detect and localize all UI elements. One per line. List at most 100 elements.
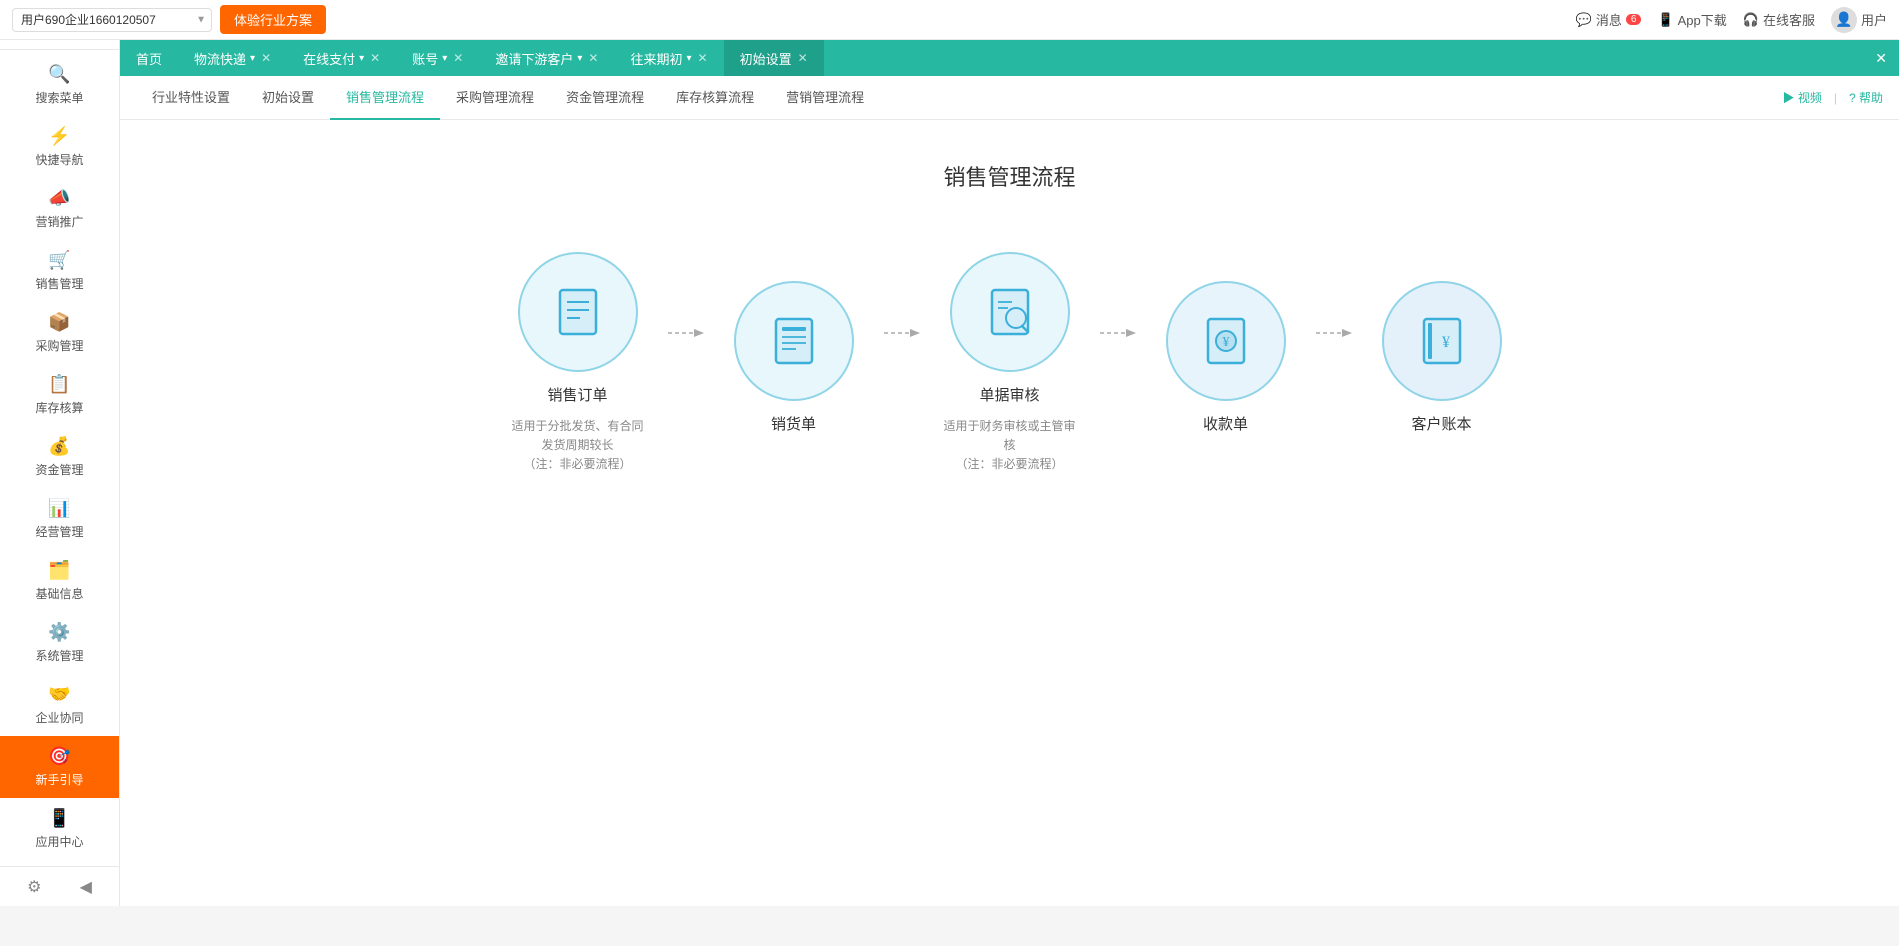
- logistics-chevron: ▾: [250, 53, 255, 64]
- sidebar-item-search[interactable]: 🔍 搜索菜单: [0, 54, 119, 116]
- cart-icon: 🛒: [48, 250, 70, 271]
- sidebar-item-system[interactable]: ⚙️ 系统管理: [0, 612, 119, 674]
- settings-bottom-icon[interactable]: ⚙: [27, 877, 41, 897]
- sub-tabs: 行业特性设置 初始设置 销售管理流程 采购管理流程 资金管理流程 库存核算流程 …: [120, 76, 1899, 120]
- flow-circle-account: ¥: [1382, 281, 1502, 401]
- nav-tab-payment[interactable]: 在线支付 ▾ ✕: [287, 40, 396, 76]
- clipboard-icon: 📋: [48, 374, 70, 395]
- collapse-icon[interactable]: ◀: [80, 877, 92, 897]
- step-desc-approval: 适用于财务审核或主管审核（注：非必要流程）: [940, 417, 1080, 475]
- folder-icon: 🗂️: [48, 560, 70, 581]
- app-download-label: App下载: [1678, 10, 1727, 29]
- setup-close[interactable]: ✕: [798, 51, 808, 65]
- help-action[interactable]: ? 帮助: [1849, 89, 1883, 106]
- app-download-item[interactable]: 📱 App下载: [1657, 10, 1726, 29]
- user-label: 用户: [1861, 10, 1887, 29]
- sub-tab-marketing-flow[interactable]: 营销管理流程: [770, 75, 880, 120]
- top-bar: 用户690企业1660120507 体验行业方案 💬 消息 6 📱 App下载 …: [0, 0, 1899, 40]
- sidebar-item-appcenter[interactable]: 📱 应用中心: [0, 798, 119, 860]
- payment-chevron: ▾: [359, 53, 364, 64]
- flow-arrow-4: [1306, 323, 1362, 343]
- divider: |: [1834, 91, 1837, 105]
- step-title-approval: 单据审核: [979, 384, 1039, 405]
- sidebar-item-basic[interactable]: 🗂️ 基础信息: [0, 550, 119, 612]
- flow-step-account: ¥ 客户账本: [1362, 281, 1522, 446]
- user-select[interactable]: 用户690企业1660120507: [12, 8, 212, 32]
- video-action[interactable]: ▶ 视频: [1782, 89, 1821, 106]
- lightning-icon: ⚡: [48, 126, 70, 147]
- flow-circle-approval: [950, 252, 1070, 372]
- sidebar-item-operation[interactable]: 📊 经营管理: [0, 488, 119, 550]
- sidebar-item-marketing[interactable]: 📣 营销推广: [0, 178, 119, 240]
- sidebar-item-enterprise[interactable]: 🤝 企业协同: [0, 674, 119, 736]
- message-icon: 💬: [1576, 12, 1592, 28]
- marketing-icon: 📣: [48, 188, 70, 209]
- user-select-wrap[interactable]: 用户690企业1660120507: [12, 8, 212, 32]
- message-item[interactable]: 💬 消息 6: [1576, 10, 1642, 29]
- app-icon: 📱: [1657, 12, 1673, 28]
- sub-tab-finance-flow[interactable]: 资金管理流程: [550, 75, 660, 120]
- account-tab-label: 账号: [412, 49, 438, 68]
- sidebar-item-label: 经营管理: [35, 523, 83, 540]
- user-item[interactable]: 👤 用户: [1831, 7, 1887, 33]
- sub-tab-actions: ▶ 视频 | ? 帮助: [1782, 89, 1883, 106]
- sidebar-item-finance[interactable]: 💰 资金管理: [0, 426, 119, 488]
- flow-diagram: 销售订单 适用于分批发货、有合同发货周期较长（注：非必要流程）: [180, 252, 1839, 475]
- online-service-item[interactable]: 🎧 在线客服: [1743, 10, 1815, 29]
- period-close[interactable]: ✕: [698, 51, 708, 65]
- sidebar-item-label: 基础信息: [35, 585, 83, 602]
- account-book-icon: ¥: [1414, 313, 1470, 369]
- sub-tab-init[interactable]: 初始设置: [246, 75, 330, 120]
- sidebar-item-inventory[interactable]: 📋 库存核算: [0, 364, 119, 426]
- sidebar-item-label: 应用中心: [35, 833, 83, 850]
- mobile-icon: 📱: [48, 808, 70, 829]
- message-label: 消息: [1596, 10, 1622, 29]
- online-service-label: 在线客服: [1763, 10, 1815, 29]
- arrow-icon-3: [1098, 323, 1138, 343]
- close-all-tabs[interactable]: ✕: [1863, 40, 1899, 76]
- invoice-icon: [766, 313, 822, 369]
- page-content: 销售管理流程 销售订单 适用于分批发货、有合同发货周期较长（注：非必要流程）: [120, 120, 1899, 906]
- flow-arrow-3: [1090, 323, 1146, 343]
- help-icon: ?: [1849, 91, 1856, 105]
- sub-tab-industry[interactable]: 行业特性设置: [136, 75, 246, 120]
- flow-arrow-1: [658, 323, 714, 343]
- experience-button[interactable]: 体验行业方案: [220, 5, 326, 34]
- nav-tab-home[interactable]: 首页: [120, 40, 178, 76]
- arrow-icon-1: [666, 323, 706, 343]
- top-bar-left: 用户690企业1660120507 体验行业方案: [12, 5, 326, 34]
- nav-tab-account[interactable]: 账号 ▾ ✕: [396, 40, 479, 76]
- sidebar-item-label: 营销推广: [35, 213, 83, 230]
- sub-tab-inventory-flow[interactable]: 库存核算流程: [660, 75, 770, 120]
- logistics-close[interactable]: ✕: [261, 51, 271, 65]
- box-icon: 📦: [48, 312, 70, 333]
- sidebar-item-label: 快捷导航: [35, 151, 83, 168]
- invite-tab-label: 邀请下游客户: [495, 49, 573, 68]
- top-bar-right: 💬 消息 6 📱 App下载 🎧 在线客服 👤 用户: [1576, 7, 1887, 33]
- sidebar-item-purchase[interactable]: 📦 采购管理: [0, 302, 119, 364]
- sidebar-item-label: 销售管理: [35, 275, 83, 292]
- nav-tab-setup[interactable]: 初始设置 ✕: [724, 40, 824, 76]
- payment-close[interactable]: ✕: [370, 51, 380, 65]
- sidebar-item-quicknav[interactable]: ⚡ 快捷导航: [0, 116, 119, 178]
- nav-tab-logistics[interactable]: 物流快递 ▾ ✕: [178, 40, 287, 76]
- headset-icon: 🎧: [1743, 12, 1759, 28]
- sub-tab-purchase-flow[interactable]: 采购管理流程: [440, 75, 550, 120]
- search-icon: 🔍: [48, 64, 70, 85]
- payment-tab-label: 在线支付: [303, 49, 355, 68]
- sidebar-item-label: 采购管理: [35, 337, 83, 354]
- sub-tab-sales-flow[interactable]: 销售管理流程: [330, 75, 440, 120]
- account-chevron: ▾: [442, 53, 447, 64]
- step-title-invoice: 销货单: [771, 413, 816, 434]
- sidebar-item-newguide[interactable]: 🎯 新手引导: [0, 736, 119, 798]
- invite-close[interactable]: ✕: [588, 51, 598, 65]
- sidebar-item-label: 库存核算: [35, 399, 83, 416]
- flow-circle-sales-order: [518, 252, 638, 372]
- account-close[interactable]: ✕: [453, 51, 463, 65]
- period-chevron: ▾: [686, 53, 691, 64]
- nav-tab-invite[interactable]: 邀请下游客户 ▾ ✕: [479, 40, 614, 76]
- sidebar-item-label: 系统管理: [35, 647, 83, 664]
- sidebar: 畅库通好生意 标准版 🔍 搜索菜单 ⚡ 快捷导航 📣 营销推广 🛒 销售管理 📦…: [0, 0, 120, 906]
- sidebar-item-sales[interactable]: 🛒 销售管理: [0, 240, 119, 302]
- nav-tab-period[interactable]: 往来期初 ▾ ✕: [614, 40, 723, 76]
